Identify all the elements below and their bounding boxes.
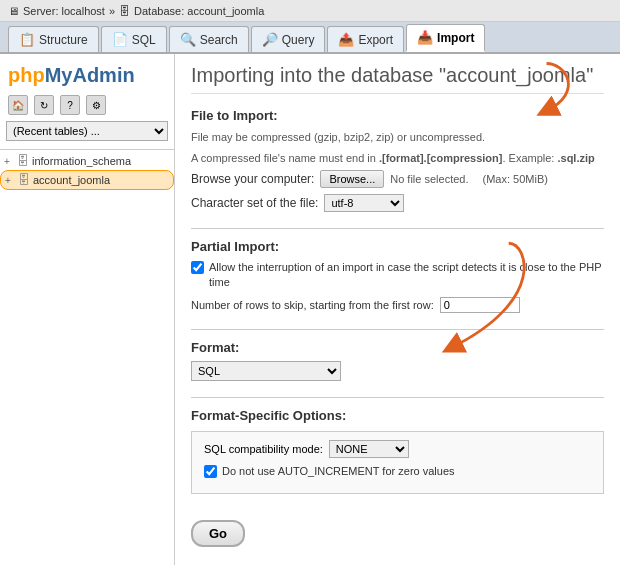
format-section: Format: SQL CSV XML [191, 340, 604, 381]
db-icon: 🗄 [119, 5, 130, 17]
compat-label: SQL compatibility mode: [204, 443, 323, 455]
rows-skip-label: Number of rows to skip, starting from th… [191, 299, 434, 311]
home-icon-btn[interactable]: 🏠 [8, 95, 28, 115]
allow-interrupt-label: Allow the interruption of an import in c… [209, 260, 604, 291]
helper-text-1: File may be compressed (gzip, bzip2, zip… [191, 129, 604, 146]
sql-icon: 📄 [112, 32, 128, 47]
logo: phpMyAdmin [0, 58, 174, 93]
divider-3 [191, 397, 604, 398]
tab-query[interactable]: 🔎 Query [251, 26, 326, 52]
format-options-box: SQL compatibility mode: NONE ANSI MYSQL4… [191, 431, 604, 494]
settings-icon-btn[interactable]: ⚙ [86, 95, 106, 115]
logo-text: phpMyAdmin [8, 64, 135, 87]
rows-skip-row: Number of rows to skip, starting from th… [191, 297, 604, 313]
sidebar-item-account-joomla[interactable]: + 🗄 account_joomla [0, 170, 174, 190]
divider-2 [191, 329, 604, 330]
sidebar-icon-group: 🏠 ↻ ? ⚙ [0, 93, 174, 121]
sidebar-db-label-account: account_joomla [33, 174, 110, 186]
breadcrumb-database: Database: account_joomla [134, 5, 264, 17]
search-icon: 🔍 [180, 32, 196, 47]
max-size-text: (Max: 50MiB) [483, 173, 548, 185]
rows-skip-input[interactable] [440, 297, 520, 313]
format-specific-heading: Format-Specific Options: [191, 408, 604, 423]
expand-icon: + [4, 156, 14, 167]
structure-icon: 📋 [19, 32, 35, 47]
tab-bar: 📋 Structure 📄 SQL 🔍 Search 🔎 Query 📤 Exp… [0, 22, 620, 54]
tab-search-label: Search [200, 33, 238, 47]
tab-query-label: Query [282, 33, 315, 47]
allow-interrupt-checkbox[interactable] [191, 261, 204, 274]
sidebar: phpMyAdmin 🏠 ↻ ? ⚙ (Recent tables) ... +… [0, 54, 175, 565]
main-layout: phpMyAdmin 🏠 ↻ ? ⚙ (Recent tables) ... +… [0, 54, 620, 565]
go-button[interactable]: Go [191, 520, 245, 547]
file-to-import-section: File to Import: File may be compressed (… [191, 108, 604, 212]
partial-import-heading: Partial Import: [191, 239, 604, 254]
charset-select[interactable]: utf-8 [324, 194, 404, 212]
charset-label: Character set of the file: [191, 196, 318, 210]
import-icon: 📥 [417, 30, 433, 45]
tab-structure-label: Structure [39, 33, 88, 47]
breadcrumb-server: Server: localhost [23, 5, 105, 17]
query-icon: 🔎 [262, 32, 278, 47]
browse-button[interactable]: Browse... [320, 170, 384, 188]
recent-tables-wrapper: (Recent tables) ... [0, 121, 174, 147]
helper-text-2: A compressed file's name must end in .[f… [191, 150, 604, 167]
tab-sql-label: SQL [132, 33, 156, 47]
browse-row: Browse your computer: Browse... No file … [191, 170, 604, 188]
refresh-icon-btn[interactable]: ↻ [34, 95, 54, 115]
format-select[interactable]: SQL CSV XML [191, 361, 341, 381]
browse-label: Browse your computer: [191, 172, 314, 186]
breadcrumb-sep1: » [109, 5, 115, 17]
db-tree-icon: 🗄 [17, 154, 29, 168]
page-title: Importing into the database "account_joo… [191, 64, 604, 94]
recent-tables-select[interactable]: (Recent tables) ... [6, 121, 168, 141]
compat-row: SQL compatibility mode: NONE ANSI MYSQL4… [204, 440, 591, 458]
partial-import-section: Partial Import: Allow the interruption o… [191, 239, 604, 313]
file-import-heading: File to Import: [191, 108, 604, 123]
expand-icon-2: + [5, 175, 15, 186]
charset-row: Character set of the file: utf-8 [191, 194, 604, 212]
export-icon: 📤 [338, 32, 354, 47]
allow-interrupt-row: Allow the interruption of an import in c… [191, 260, 604, 291]
breadcrumb-bar: 🖥 Server: localhost » 🗄 Database: accoun… [0, 0, 620, 22]
tab-import[interactable]: 📥 Import [406, 24, 485, 52]
tab-export[interactable]: 📤 Export [327, 26, 404, 52]
tab-sql[interactable]: 📄 SQL [101, 26, 167, 52]
divider-1 [191, 228, 604, 229]
format-specific-section: Format-Specific Options: SQL compatibili… [191, 408, 604, 494]
tab-import-label: Import [437, 31, 474, 45]
tab-export-label: Export [358, 33, 393, 47]
format-heading: Format: [191, 340, 604, 355]
auto-increment-label: Do not use AUTO_INCREMENT for zero value… [222, 464, 455, 479]
server-icon: 🖥 [8, 5, 19, 17]
auto-increment-row: Do not use AUTO_INCREMENT for zero value… [204, 464, 591, 479]
sidebar-divider-1 [0, 149, 174, 150]
tab-search[interactable]: 🔍 Search [169, 26, 249, 52]
no-file-text: No file selected. [390, 173, 468, 185]
help-icon-btn[interactable]: ? [60, 95, 80, 115]
sidebar-db-label-info: information_schema [32, 155, 131, 167]
tab-structure[interactable]: 📋 Structure [8, 26, 99, 52]
auto-increment-checkbox[interactable] [204, 465, 217, 478]
db-tree-icon-2: 🗄 [18, 173, 30, 187]
sidebar-item-information-schema[interactable]: + 🗄 information_schema [0, 152, 174, 170]
compat-select[interactable]: NONE ANSI MYSQL40 [329, 440, 409, 458]
content-area: Importing into the database "account_joo… [175, 54, 620, 565]
